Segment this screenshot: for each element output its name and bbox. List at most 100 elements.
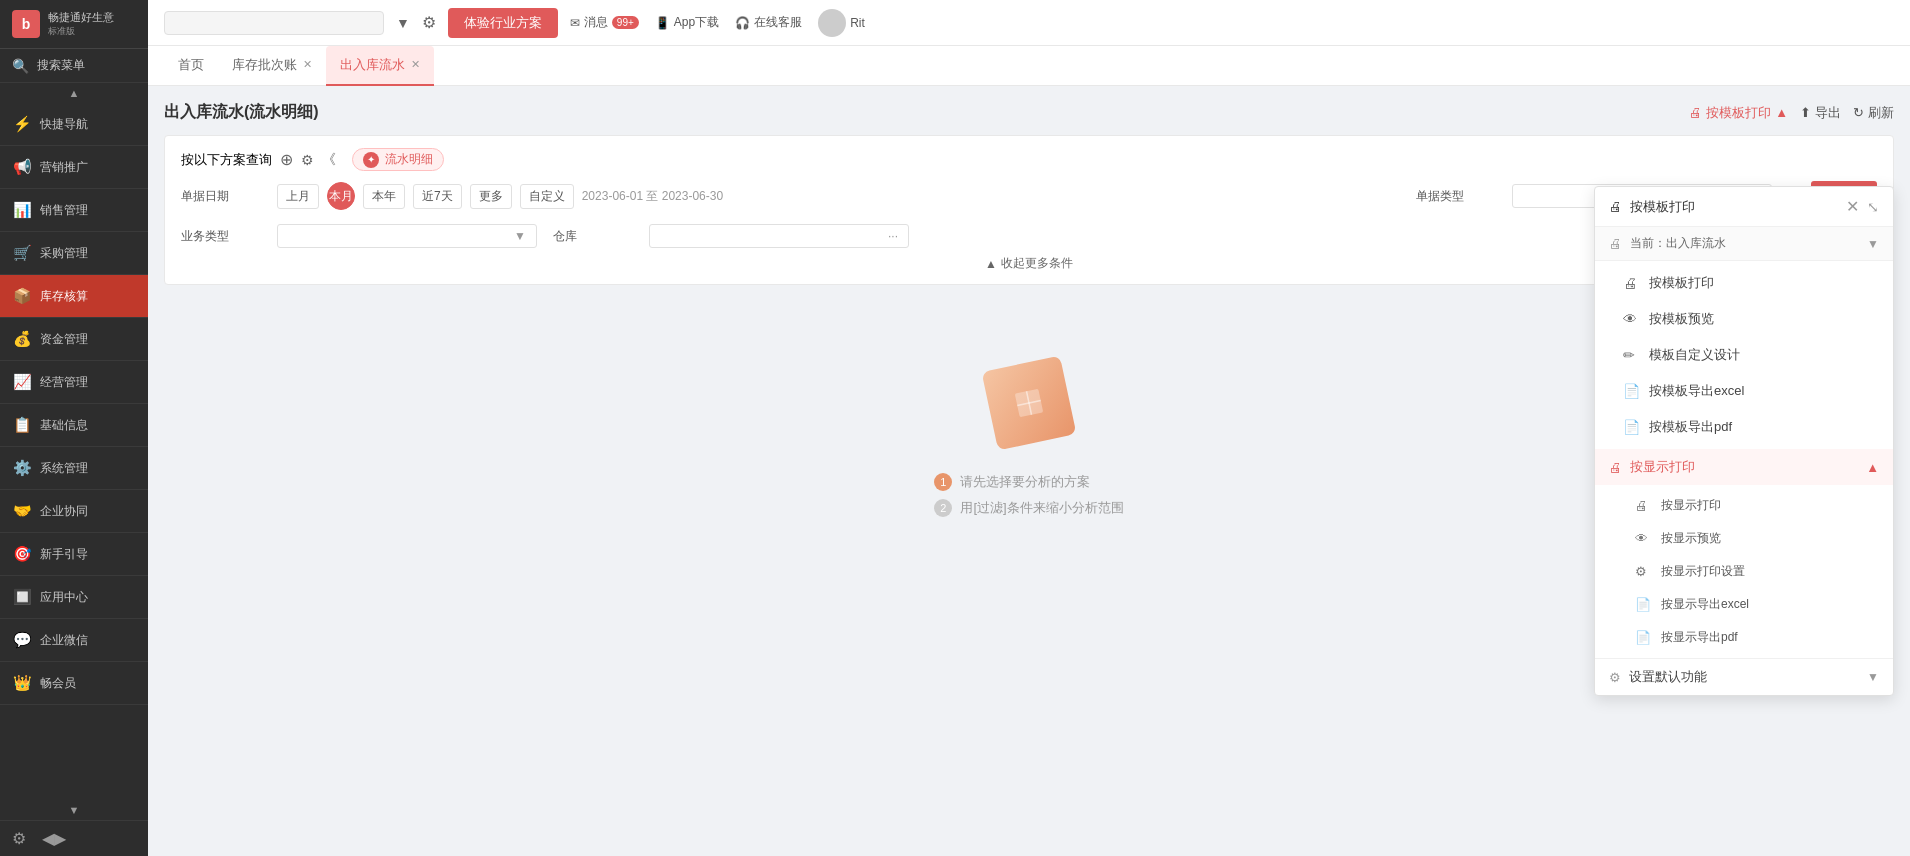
tab-home-label: 首页 (178, 56, 204, 74)
refresh-group: ↻ 刷新 (1853, 104, 1894, 122)
tab-inventory-batch-label: 库存批次账 (232, 56, 297, 74)
filter-tag-icon: ✦ (363, 152, 379, 168)
app-download-group[interactable]: 📱 App下载 (655, 14, 719, 31)
sidebar-label-quick-nav: 快捷导航 (40, 116, 88, 133)
sidebar-item-wecom[interactable]: 💬 企业微信 (0, 619, 148, 662)
scroll-down-indicator: ▼ (0, 800, 148, 820)
dropdown-footer[interactable]: ⚙ 设置默认功能 ▼ (1595, 658, 1893, 695)
print-template-button[interactable]: 🖨 按模板打印 ▲ (1689, 104, 1788, 122)
display-pdf-item[interactable]: 📄 按显示导出pdf (1595, 621, 1893, 654)
sidebar-item-system[interactable]: ⚙️ 系统管理 (0, 447, 148, 490)
template-pdf-item[interactable]: 📄 按模板导出pdf (1595, 409, 1893, 445)
tab-stock-flow-close[interactable]: ✕ (411, 58, 420, 71)
sidebar-item-marketing[interactable]: 📢 营销推广 (0, 146, 148, 189)
topbar-dropdown-icon[interactable]: ▼ (396, 15, 410, 31)
template-excel-label: 按模板导出excel (1649, 382, 1744, 400)
purchase-icon: 🛒 (12, 243, 32, 263)
collapse-conditions-button[interactable]: ▲ 收起更多条件 (985, 255, 1073, 272)
sidebar-settings-icon[interactable]: ⚙ (12, 829, 26, 848)
date-btn-7days[interactable]: 近7天 (413, 184, 462, 209)
sidebar: b 畅捷通好生意 标准版 🔍 搜索菜单 ▲ ⚡ 快捷导航 📢 营销推广 📊 销售… (0, 0, 148, 856)
sidebar-item-inventory[interactable]: 📦 库存核算 (0, 275, 148, 318)
display-preview-item[interactable]: 👁 按显示预览 (1595, 522, 1893, 555)
print-arrow-up: ▲ (1775, 105, 1788, 120)
sidebar-item-quick-nav[interactable]: ⚡ 快捷导航 (0, 103, 148, 146)
filter-collapse-button[interactable]: 《 (322, 151, 336, 169)
template-print-icon: 🖨 (1623, 275, 1641, 291)
tab-home[interactable]: 首页 (164, 46, 218, 86)
corp-icon: 🤝 (12, 501, 32, 521)
step2-num: 2 (934, 499, 952, 517)
display-section-header[interactable]: 🖨 按显示打印 ▲ (1595, 449, 1893, 485)
messages-group[interactable]: ✉ 消息 99+ (570, 14, 639, 31)
template-print-item[interactable]: 🖨 按模板打印 (1595, 265, 1893, 301)
warehouse-dropdown[interactable]: ··· (649, 224, 909, 248)
template-custom-label: 模板自定义设计 (1649, 346, 1740, 364)
biz-type-dropdown[interactable]: ▼ (277, 224, 537, 248)
display-section-header-content: 🖨 按显示打印 (1609, 458, 1695, 476)
page-header: 出入库流水(流水明细) 🖨 按模板打印 ▲ ⬆ 导出 (164, 102, 1894, 123)
message-icon: ✉ (570, 16, 580, 30)
sidebar-item-finance[interactable]: 💰 资金管理 (0, 318, 148, 361)
sidebar-item-guide[interactable]: 🎯 新手引导 (0, 533, 148, 576)
display-print-label: 按显示打印 (1661, 497, 1721, 514)
tab-inventory-batch-close[interactable]: ✕ (303, 58, 312, 71)
date-btn-this-month[interactable]: 本月 (327, 182, 355, 210)
filter-setting-button[interactable]: ⚙ (301, 152, 314, 168)
sidebar-label-marketing: 营销推广 (40, 159, 88, 176)
tab-inventory-batch[interactable]: 库存批次账 ✕ (218, 46, 326, 86)
messages-badge: 99+ (612, 16, 639, 29)
template-excel-item[interactable]: 📄 按模板导出excel (1595, 373, 1893, 409)
sidebar-item-sales[interactable]: 📊 销售管理 (0, 189, 148, 232)
sidebar-item-operations[interactable]: 📈 经营管理 (0, 361, 148, 404)
tab-stock-flow[interactable]: 出入库流水 ✕ (326, 46, 434, 86)
topbar-gear-icon[interactable]: ⚙ (422, 13, 436, 32)
sidebar-label-finance: 资金管理 (40, 331, 88, 348)
template-pdf-icon: 📄 (1623, 419, 1641, 435)
sidebar-item-member[interactable]: 👑 畅会员 (0, 662, 148, 705)
export-button[interactable]: ⬆ 导出 (1800, 104, 1841, 122)
display-settings-item[interactable]: ⚙ 按显示打印设置 (1595, 555, 1893, 588)
display-excel-item[interactable]: 📄 按显示导出excel (1595, 588, 1893, 621)
date-btn-last-month[interactable]: 上月 (277, 184, 319, 209)
footer-arrow: ▼ (1867, 670, 1879, 684)
sidebar-collapse-icon[interactable]: ◀▶ (42, 829, 66, 848)
warehouse-label: 仓库 (553, 228, 633, 245)
panel-close-icon[interactable]: ✕ (1846, 197, 1859, 216)
panel-expand-icon[interactable]: ⤡ (1867, 199, 1879, 215)
member-icon: 👑 (12, 673, 32, 693)
filter-add-button[interactable]: ⊕ (280, 150, 293, 169)
sidebar-item-app-center[interactable]: 🔲 应用中心 (0, 576, 148, 619)
date-btn-custom[interactable]: 自定义 (520, 184, 574, 209)
export-label: 导出 (1815, 104, 1841, 122)
sidebar-label-inventory: 库存核算 (40, 288, 88, 305)
date-btn-this-year[interactable]: 本年 (363, 184, 405, 209)
empty-illustration (969, 353, 1089, 453)
sidebar-label-member: 畅会员 (40, 675, 76, 692)
date-filter-group: 上月 本月 本年 近7天 更多 自定义 2023-06-01 至 2023-06… (277, 182, 1400, 210)
sidebar-item-basic[interactable]: 📋 基础信息 (0, 404, 148, 447)
sidebar-item-corp[interactable]: 🤝 企业协同 (0, 490, 148, 533)
sidebar-item-purchase[interactable]: 🛒 采购管理 (0, 232, 148, 275)
page-actions: 🖨 按模板打印 ▲ ⬆ 导出 ↻ 刷新 (1689, 104, 1894, 122)
trial-button[interactable]: 体验行业方案 (448, 8, 558, 38)
display-settings-label: 按显示打印设置 (1661, 563, 1745, 580)
display-pdf-icon: 📄 (1635, 630, 1653, 645)
topbar-search-input[interactable] (175, 16, 295, 30)
search-menu-label: 搜索菜单 (37, 57, 85, 74)
sidebar-nav: ⚡ 快捷导航 📢 营销推广 📊 销售管理 🛒 采购管理 📦 库存核算 💰 (0, 103, 148, 800)
search-menu[interactable]: 🔍 搜索菜单 (0, 49, 148, 83)
sidebar-bottom: ⚙ ◀▶ (0, 820, 148, 856)
online-service-group[interactable]: 🎧 在线客服 (735, 14, 802, 31)
current-template-icon: 🖨 (1609, 236, 1622, 251)
warehouse-more-icon: ··· (888, 229, 898, 243)
template-preview-item[interactable]: 👁 按模板预览 (1595, 301, 1893, 337)
date-btn-more[interactable]: 更多 (470, 184, 512, 209)
template-custom-item[interactable]: ✏ 模板自定义设计 (1595, 337, 1893, 373)
guide-icon: 🎯 (12, 544, 32, 564)
filter-header: 按以下方案查询 ⊕ ⚙ 《 (181, 150, 336, 169)
headset-icon: 🎧 (735, 16, 750, 30)
user-group[interactable]: Rit (818, 9, 865, 37)
refresh-button[interactable]: ↻ 刷新 (1853, 104, 1894, 122)
display-print-item[interactable]: 🖨 按显示打印 (1595, 489, 1893, 522)
